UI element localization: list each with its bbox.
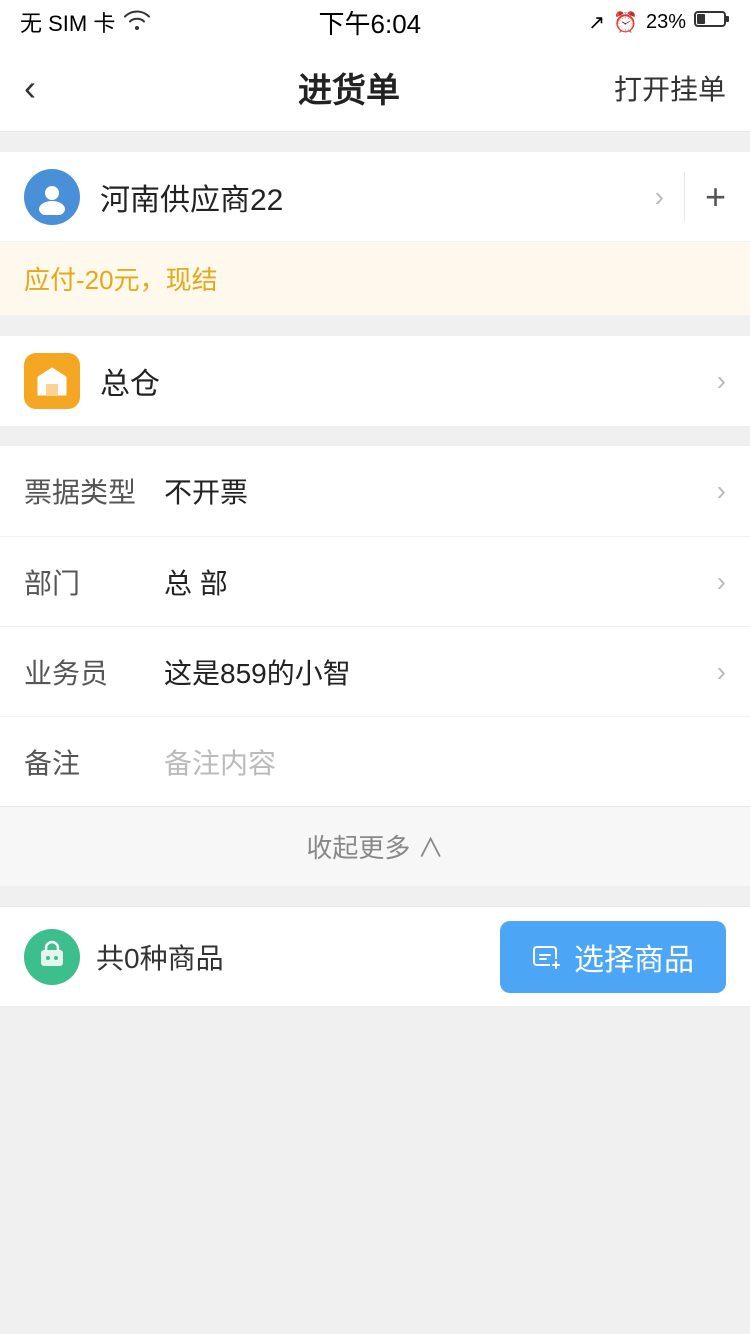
section-gap-2 (0, 316, 750, 336)
supplier-info-banner: 应付-20元，现结 (0, 242, 750, 316)
collapse-row[interactable]: 收起更多 ∧ (0, 806, 750, 886)
invoice-chevron-icon: › (717, 475, 726, 507)
bottom-content (0, 1006, 750, 1306)
remark-input[interactable]: 备注内容 (164, 742, 726, 782)
supplier-row[interactable]: 河南供应商22 › + (0, 152, 750, 242)
warehouse-icon-wrap (24, 353, 80, 409)
page-title: 进货单 (298, 63, 400, 112)
status-bar: 无 SIM 卡 下午6:04 ↗ ⏰ 23% (0, 0, 750, 44)
battery-label: 23% (646, 11, 686, 34)
salesperson-value: 这是859的小智 (164, 652, 717, 692)
goods-icon-wrap (24, 929, 80, 985)
salesperson-label: 业务员 (24, 652, 164, 692)
dept-value: 总 部 (164, 562, 717, 602)
alarm-icon: ⏰ (613, 10, 638, 35)
status-time: 下午6:04 (319, 4, 422, 41)
warehouse-row[interactable]: 总仓 › (0, 336, 750, 426)
invoice-value: 不开票 (164, 471, 717, 511)
battery-icon (694, 10, 730, 34)
supplier-name: 河南供应商22 (100, 175, 655, 219)
remark-label: 备注 (24, 742, 164, 782)
add-supplier-button[interactable]: + (705, 176, 726, 218)
bottom-bar: 共0种商品 选择商品 (0, 906, 750, 1006)
nav-bar: ‹ 进货单 打开挂单 (0, 44, 750, 132)
warehouse-name: 总仓 (100, 359, 717, 403)
location-icon: ↗ (588, 10, 605, 35)
invoice-type-row[interactable]: 票据类型 不开票 › (0, 446, 750, 536)
invoice-label: 票据类型 (24, 471, 164, 511)
vertical-divider (684, 172, 685, 222)
supplier-avatar (24, 169, 80, 225)
warehouse-chevron-icon: › (717, 365, 726, 397)
select-goods-button[interactable]: 选择商品 (500, 921, 726, 993)
sim-label: 无 SIM 卡 (20, 6, 115, 38)
salesperson-chevron-icon: › (717, 656, 726, 688)
salesperson-row[interactable]: 业务员 这是859的小智 › (0, 626, 750, 716)
section-gap-1 (0, 132, 750, 152)
back-button[interactable]: ‹ (24, 67, 84, 109)
supplier-chevron-icon: › (655, 181, 664, 213)
open-pending-button[interactable]: 打开挂单 (614, 68, 726, 108)
wifi-icon (123, 8, 151, 36)
form-card: 票据类型 不开票 › 部门 总 部 › 业务员 这是859的小智 › 备注 备注… (0, 446, 750, 886)
supplier-card: 河南供应商22 › + 应付-20元，现结 (0, 152, 750, 316)
collapse-label: 收起更多 ∧ (306, 828, 443, 865)
status-left: 无 SIM 卡 (20, 6, 151, 38)
status-right: ↗ ⏰ 23% (588, 10, 730, 35)
section-gap-3 (0, 426, 750, 446)
goods-count-text: 共0种商品 (96, 937, 224, 977)
dept-label: 部门 (24, 562, 164, 602)
goods-count-wrap: 共0种商品 (24, 929, 224, 985)
remark-row[interactable]: 备注 备注内容 (0, 716, 750, 806)
dept-row[interactable]: 部门 总 部 › (0, 536, 750, 626)
warehouse-card: 总仓 › (0, 336, 750, 426)
dept-chevron-icon: › (717, 566, 726, 598)
select-btn-label: 选择商品 (574, 935, 694, 979)
